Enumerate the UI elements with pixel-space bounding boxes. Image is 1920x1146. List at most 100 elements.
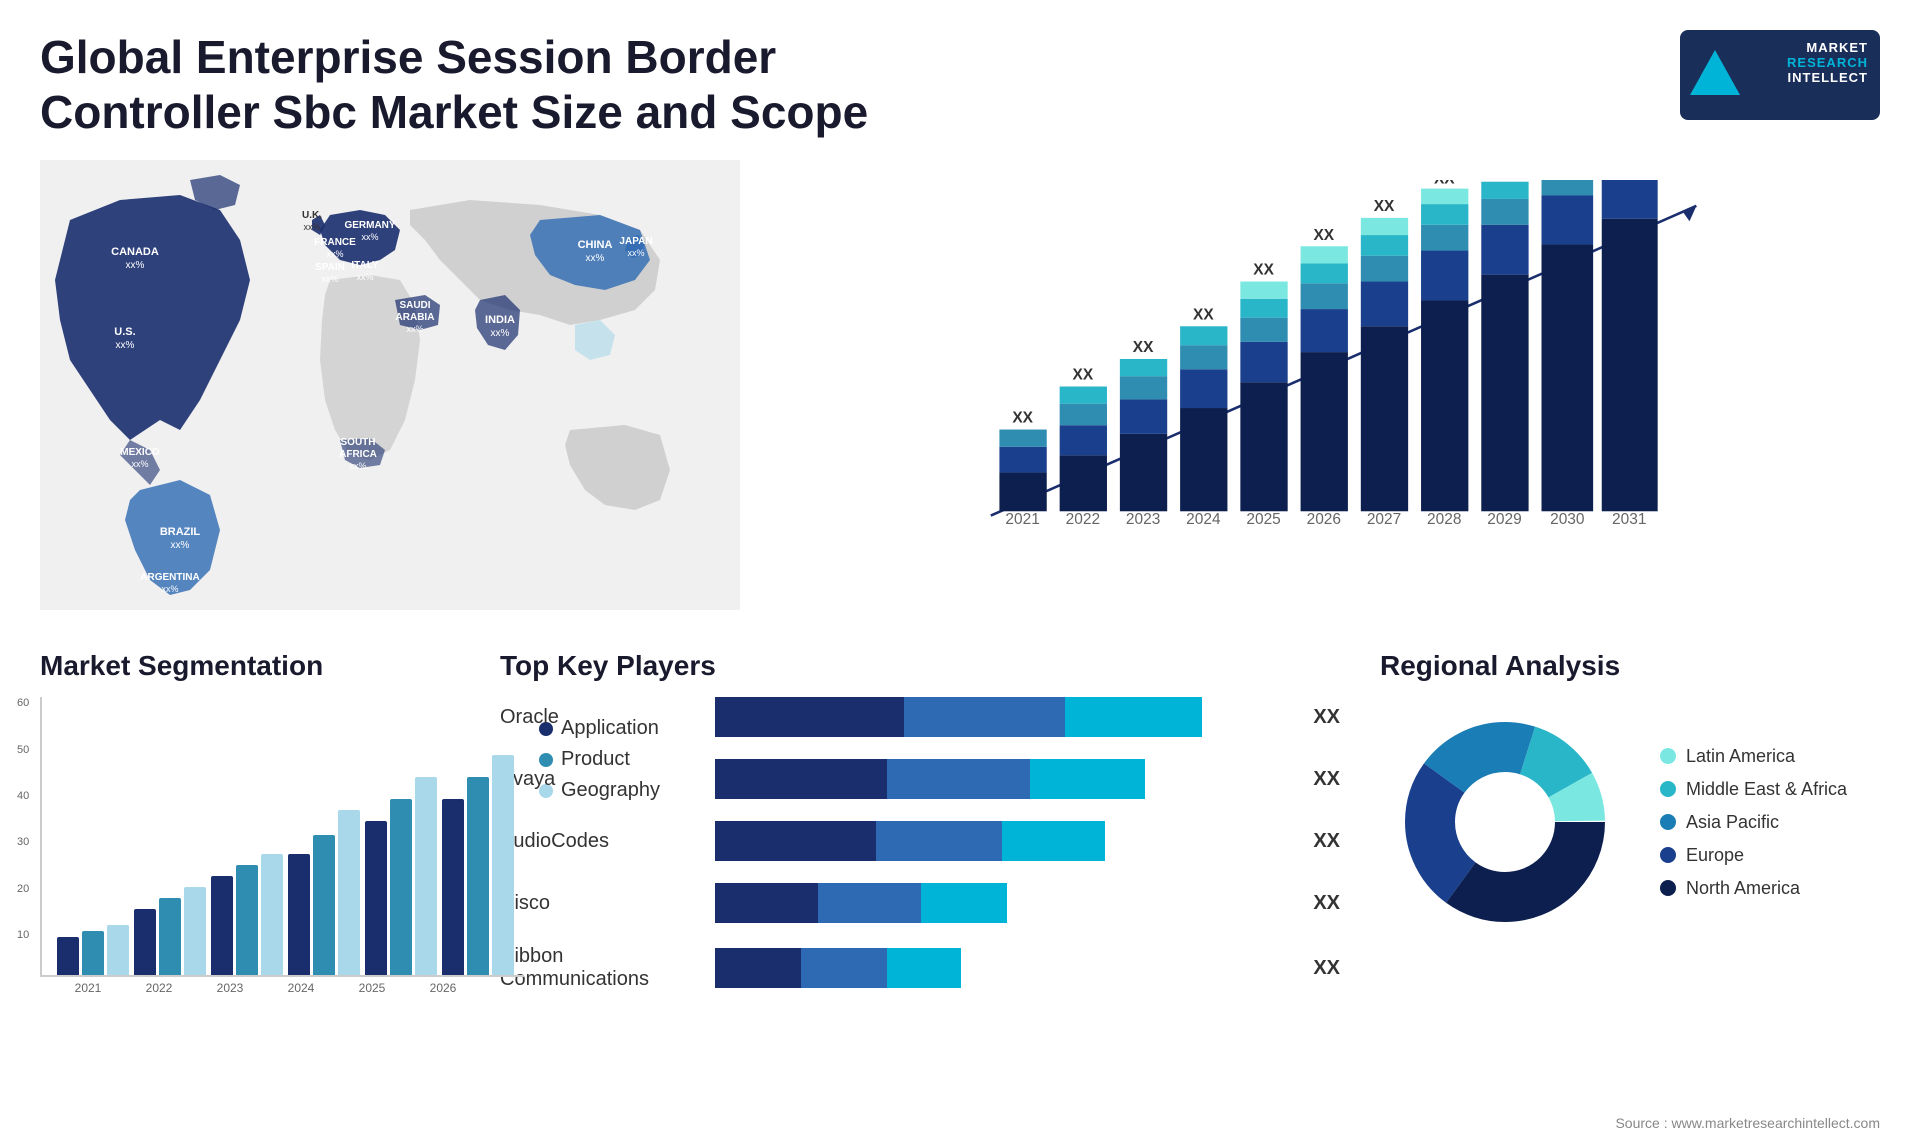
legend-label-latin-america: Latin America — [1686, 746, 1795, 767]
legend-label-north-america: North America — [1686, 878, 1800, 899]
player-name: Cisco — [500, 892, 700, 915]
svg-text:U.S.: U.S. — [114, 326, 135, 338]
legend-dot-europe — [1660, 847, 1676, 863]
bar-product — [390, 799, 412, 975]
svg-text:2022: 2022 — [1066, 512, 1100, 529]
list-item: Ribbon Communications XX — [500, 945, 1340, 991]
svg-text:GERMANY: GERMANY — [344, 220, 395, 231]
bar-chart-svg: XX 2021 XX 2022 XX 2023 XX 2024 — [810, 180, 1860, 550]
bar-product — [236, 865, 258, 975]
bar-geography — [261, 854, 283, 975]
bar-group-2023 — [211, 854, 283, 975]
svg-text:xx%: xx% — [326, 249, 343, 259]
logo-line2: RESEARCH — [1787, 55, 1868, 70]
player-bar — [715, 759, 1288, 799]
bar-seg3 — [1002, 821, 1105, 861]
svg-text:BRAZIL: BRAZIL — [160, 526, 201, 538]
svg-text:ARABIA: ARABIA — [396, 312, 435, 323]
source-text: Source : www.marketresearchintellect.com — [1615, 1115, 1880, 1131]
svg-text:xx%: xx% — [126, 260, 145, 271]
svg-text:2030: 2030 — [1550, 512, 1584, 529]
logo-box: MARKET RESEARCH INTELLECT — [1680, 30, 1880, 120]
bar-application — [57, 937, 79, 975]
player-name: Avaya — [500, 768, 700, 791]
svg-text:ITALY: ITALY — [351, 260, 379, 271]
bar-geography — [415, 777, 437, 975]
bar-geography — [184, 887, 206, 975]
svg-text:MEXICO: MEXICO — [120, 447, 160, 458]
donut-area: Latin America Middle East & Africa Asia … — [1380, 697, 1880, 947]
page-title: Global Enterprise Session Border Control… — [40, 30, 940, 140]
legend-item-mea: Middle East & Africa — [1660, 779, 1847, 800]
legend-dot-latin-america — [1660, 748, 1676, 764]
bar-group-2025 — [365, 777, 437, 975]
bar-group-2021 — [57, 925, 129, 975]
bottom-section: Market Segmentation 60 50 40 30 20 10 — [0, 640, 1920, 1120]
bar-product — [159, 898, 181, 975]
bar-application — [211, 876, 233, 975]
svg-text:XX: XX — [1494, 180, 1515, 181]
header: Global Enterprise Session Border Control… — [0, 0, 1920, 160]
bar-seg3 — [887, 948, 962, 988]
legend-label-europe: Europe — [1686, 845, 1744, 866]
list-item: AudioCodes XX — [500, 821, 1340, 861]
svg-text:2028: 2028 — [1427, 512, 1461, 529]
bar-application — [288, 854, 310, 975]
bar-seg2 — [801, 948, 887, 988]
legend-item-latin-america: Latin America — [1660, 746, 1847, 767]
legend-item-north-america: North America — [1660, 878, 1847, 899]
svg-text:U.K.: U.K. — [302, 210, 322, 221]
top-section: CANADA xx% U.S. xx% MEXICO xx% BRAZIL xx… — [0, 160, 1920, 640]
player-bar — [715, 948, 1288, 988]
player-name: AudioCodes — [500, 830, 700, 853]
svg-text:CANADA: CANADA — [111, 246, 159, 258]
bar-seg2 — [904, 697, 1065, 737]
svg-text:AFRICA: AFRICA — [339, 449, 377, 460]
segmentation-title: Market Segmentation — [40, 650, 460, 682]
svg-text:2023: 2023 — [1126, 512, 1160, 529]
svg-text:xx%: xx% — [356, 272, 373, 282]
legend-dot-mea — [1660, 781, 1676, 797]
player-value: XX — [1313, 768, 1340, 791]
player-name: Oracle — [500, 706, 700, 729]
x-axis: 2021 2022 2023 2024 2025 2026 — [40, 981, 524, 995]
regional-title: Regional Analysis — [1380, 650, 1880, 682]
logo-line3: INTELLECT — [1787, 70, 1868, 85]
bar-seg1 — [715, 759, 887, 799]
world-map-container: CANADA xx% U.S. xx% MEXICO xx% BRAZIL xx… — [40, 160, 740, 610]
bar-seg2 — [818, 883, 921, 923]
bar-seg1 — [715, 697, 904, 737]
bar-seg3 — [1030, 759, 1145, 799]
svg-text:FRANCE: FRANCE — [314, 237, 356, 248]
bar-product — [467, 777, 489, 975]
player-value: XX — [1313, 706, 1340, 729]
bar-seg1 — [715, 948, 801, 988]
svg-text:2024: 2024 — [1186, 512, 1221, 529]
bar-product — [82, 931, 104, 975]
logo-container: MARKET RESEARCH INTELLECT — [1680, 30, 1880, 120]
legend-item-asia-pacific: Asia Pacific — [1660, 812, 1847, 833]
svg-text:2021: 2021 — [1005, 512, 1039, 529]
svg-text:XX: XX — [1133, 339, 1154, 356]
bar-seg3 — [921, 883, 1007, 923]
bar-product — [313, 835, 335, 975]
svg-text:JAPAN: JAPAN — [619, 236, 652, 247]
bar-geography — [338, 810, 360, 975]
svg-text:xx%: xx% — [171, 540, 190, 551]
svg-text:xx%: xx% — [627, 248, 644, 258]
svg-text:SPAIN: SPAIN — [315, 262, 345, 273]
bar-geography — [107, 925, 129, 975]
svg-text:2029: 2029 — [1487, 512, 1521, 529]
logo-line1: MARKET — [1787, 40, 1868, 55]
legend-dot-north-america — [1660, 880, 1676, 896]
bar-seg2 — [887, 759, 1030, 799]
player-bar — [715, 883, 1288, 923]
world-map-svg: CANADA xx% U.S. xx% MEXICO xx% BRAZIL xx… — [40, 160, 740, 610]
list-item: Avaya XX — [500, 759, 1340, 799]
bar-geography — [492, 755, 514, 975]
svg-text:2027: 2027 — [1367, 512, 1401, 529]
svg-text:SOUTH: SOUTH — [341, 437, 376, 448]
player-bar — [715, 821, 1288, 861]
bar-seg1 — [715, 821, 876, 861]
growth-chart-container: XX 2021 XX 2022 XX 2023 XX 2024 — [770, 160, 1880, 610]
